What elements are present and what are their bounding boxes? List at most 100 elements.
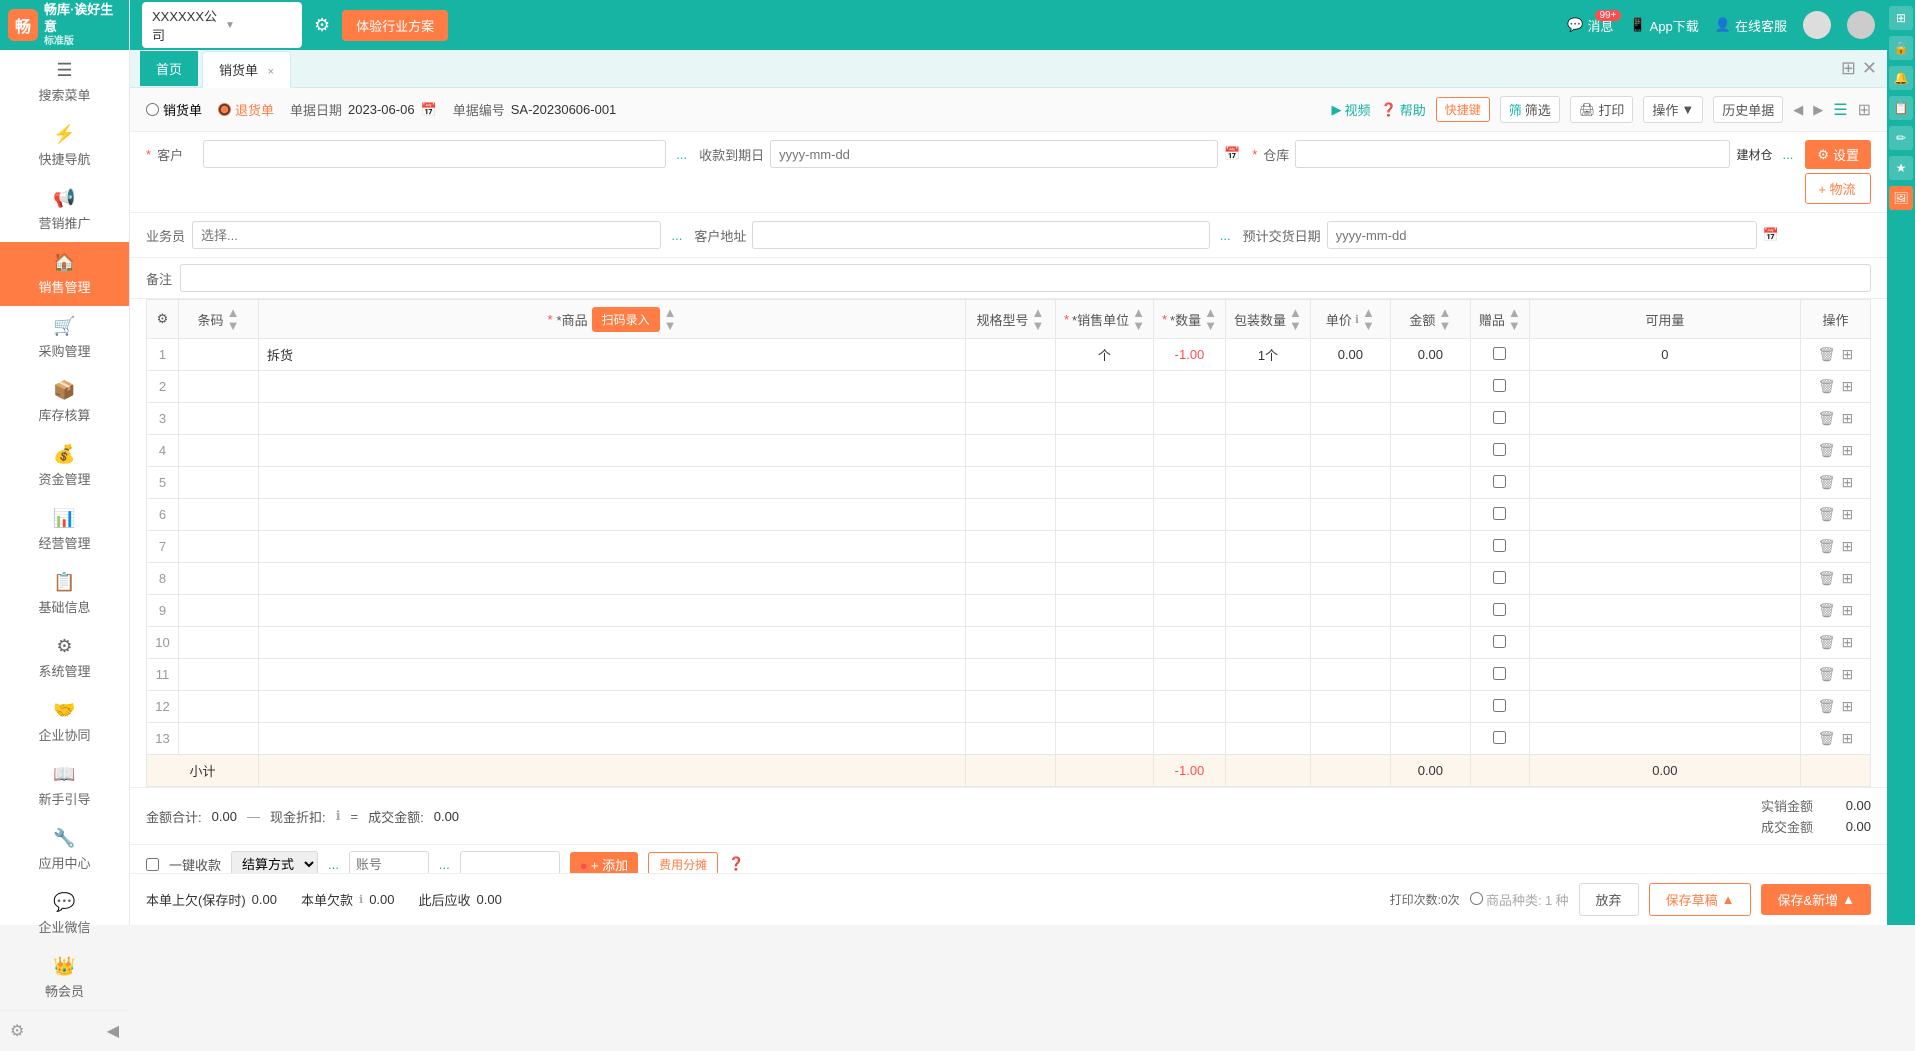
row-delete-icon-2[interactable]: 🗑 [1818, 410, 1836, 427]
row-price-7[interactable] [1310, 563, 1390, 595]
note-input[interactable] [180, 264, 1871, 292]
row-barcode-1[interactable] [179, 371, 259, 403]
row-pkgqty-1[interactable] [1225, 371, 1310, 403]
row-spec-9[interactable] [965, 627, 1055, 659]
row-amount-4[interactable] [1390, 467, 1470, 499]
row-gift-3[interactable] [1470, 435, 1529, 467]
rp-icon-6[interactable]: ★ [1889, 156, 1913, 180]
row-delete-icon-3[interactable]: 🗑 [1818, 442, 1836, 459]
row-qty-11[interactable] [1153, 691, 1225, 723]
row-amount-11[interactable] [1390, 691, 1470, 723]
row-unit-6[interactable] [1055, 531, 1153, 563]
owe-info-icon[interactable]: ℹ [359, 893, 363, 906]
sidebar-item-9[interactable]: ⚙系统管理 [0, 626, 129, 690]
row-goods-0[interactable]: 拆货 [259, 339, 966, 371]
save-draft-button[interactable]: 保存草稿 ▲ [1649, 883, 1752, 916]
row-amount-7[interactable] [1390, 563, 1470, 595]
sidebar-item-13[interactable]: 💬企业微信 [0, 882, 129, 946]
row-copy-icon-3[interactable]: ⊞ [1842, 442, 1854, 459]
account-input[interactable] [349, 851, 429, 873]
row-gift-12[interactable] [1470, 723, 1529, 755]
sidebar-item-3[interactable]: 🏠销售管理 [0, 242, 129, 306]
sidebar-settings-icon[interactable]: ⚙ [10, 1021, 24, 1041]
row-goods-6[interactable] [259, 531, 966, 563]
row-qty-0[interactable]: -1.00 [1153, 339, 1225, 371]
row-pkgqty-4[interactable] [1225, 467, 1310, 499]
row-gift-8[interactable] [1470, 595, 1529, 627]
row-goods-1[interactable] [259, 371, 966, 403]
row-unit-11[interactable] [1055, 691, 1153, 723]
video-action[interactable]: ▶ 视频 [1332, 100, 1371, 119]
amount-input[interactable] [460, 851, 560, 873]
row-copy-icon-9[interactable]: ⊞ [1842, 634, 1854, 651]
row-gift-4[interactable] [1470, 467, 1529, 499]
tab-sales-order[interactable]: 销货单 × [202, 51, 291, 88]
row-pkgqty-9[interactable] [1225, 627, 1310, 659]
row-qty-8[interactable] [1153, 595, 1225, 627]
row-unit-9[interactable] [1055, 627, 1153, 659]
th-setting[interactable]: ⚙ [147, 300, 179, 339]
row-pkgqty-7[interactable] [1225, 563, 1310, 595]
row-goods-11[interactable] [259, 691, 966, 723]
row-spec-1[interactable] [965, 371, 1055, 403]
row-qty-3[interactable] [1153, 435, 1225, 467]
row-amount-8[interactable] [1390, 595, 1470, 627]
row-barcode-6[interactable] [179, 531, 259, 563]
due-date-calendar-icon[interactable]: 📅 [1224, 146, 1240, 162]
row-price-6[interactable] [1310, 531, 1390, 563]
row-unit-4[interactable] [1055, 467, 1153, 499]
row-pkgqty-6[interactable] [1225, 531, 1310, 563]
row-price-3[interactable] [1310, 435, 1390, 467]
logistics-button[interactable]: + 物流 [1805, 173, 1871, 204]
sidebar-item-10[interactable]: 🤝企业协同 [0, 690, 129, 754]
filter-button[interactable]: 筛 筛选 [1500, 96, 1560, 123]
rp-icon-4[interactable]: 📋 [1889, 96, 1913, 120]
row-goods-5[interactable] [259, 499, 966, 531]
row-delete-icon-0[interactable]: 🗑 [1818, 346, 1836, 363]
row-spec-4[interactable] [965, 467, 1055, 499]
row-spec-0[interactable] [965, 339, 1055, 371]
row-delete-icon-11[interactable]: 🗑 [1818, 698, 1836, 715]
row-goods-12[interactable] [259, 723, 966, 755]
row-price-1[interactable] [1310, 371, 1390, 403]
row-delete-icon-1[interactable]: 🗑 [1818, 378, 1836, 395]
row-goods-2[interactable] [259, 403, 966, 435]
row-spec-8[interactable] [965, 595, 1055, 627]
row-gift-0[interactable] [1470, 339, 1529, 371]
row-barcode-8[interactable] [179, 595, 259, 627]
tab-close-icon[interactable]: × [268, 66, 274, 78]
fee-split-button[interactable]: 费用分摊 [648, 852, 718, 874]
row-barcode-11[interactable] [179, 691, 259, 723]
scan-button[interactable]: 扫码录入 [592, 307, 660, 332]
row-amount-5[interactable] [1390, 499, 1470, 531]
rp-icon-2[interactable]: 🔒 [1889, 36, 1913, 60]
account-dots[interactable]: ... [439, 857, 450, 872]
row-amount-12[interactable] [1390, 723, 1470, 755]
help-action[interactable]: ❓ 帮助 [1381, 100, 1426, 119]
message-button[interactable]: 💬 消息 99+ [1567, 16, 1613, 35]
due-date-input[interactable] [770, 140, 1218, 168]
row-barcode-10[interactable] [179, 659, 259, 691]
rp-icon-7[interactable]: 🖼 [1889, 186, 1913, 210]
row-unit-7[interactable] [1055, 563, 1153, 595]
salesperson-input[interactable] [192, 221, 661, 249]
row-gift-11[interactable] [1470, 691, 1529, 723]
row-barcode-7[interactable] [179, 563, 259, 595]
row-spec-7[interactable] [965, 563, 1055, 595]
row-copy-icon-8[interactable]: ⊞ [1842, 602, 1854, 619]
row-spec-10[interactable] [965, 659, 1055, 691]
row-price-5[interactable] [1310, 499, 1390, 531]
row-goods-4[interactable] [259, 467, 966, 499]
row-copy-icon-4[interactable]: ⊞ [1842, 474, 1854, 491]
sidebar-collapse-icon[interactable]: ◀ [107, 1021, 119, 1041]
tab-expand-icon[interactable]: ⊞ [1841, 58, 1856, 79]
row-price-9[interactable] [1310, 627, 1390, 659]
customer-dots[interactable]: ... [676, 147, 687, 162]
product-type-radio[interactable] [1470, 892, 1483, 905]
row-delete-icon-8[interactable]: 🗑 [1818, 602, 1836, 619]
radio-sale-input[interactable] [146, 103, 159, 116]
calc-method-select[interactable]: 结算方式 [231, 851, 318, 873]
row-amount-6[interactable] [1390, 531, 1470, 563]
sidebar-item-4[interactable]: 🛒采购管理 [0, 306, 129, 370]
row-price-12[interactable] [1310, 723, 1390, 755]
